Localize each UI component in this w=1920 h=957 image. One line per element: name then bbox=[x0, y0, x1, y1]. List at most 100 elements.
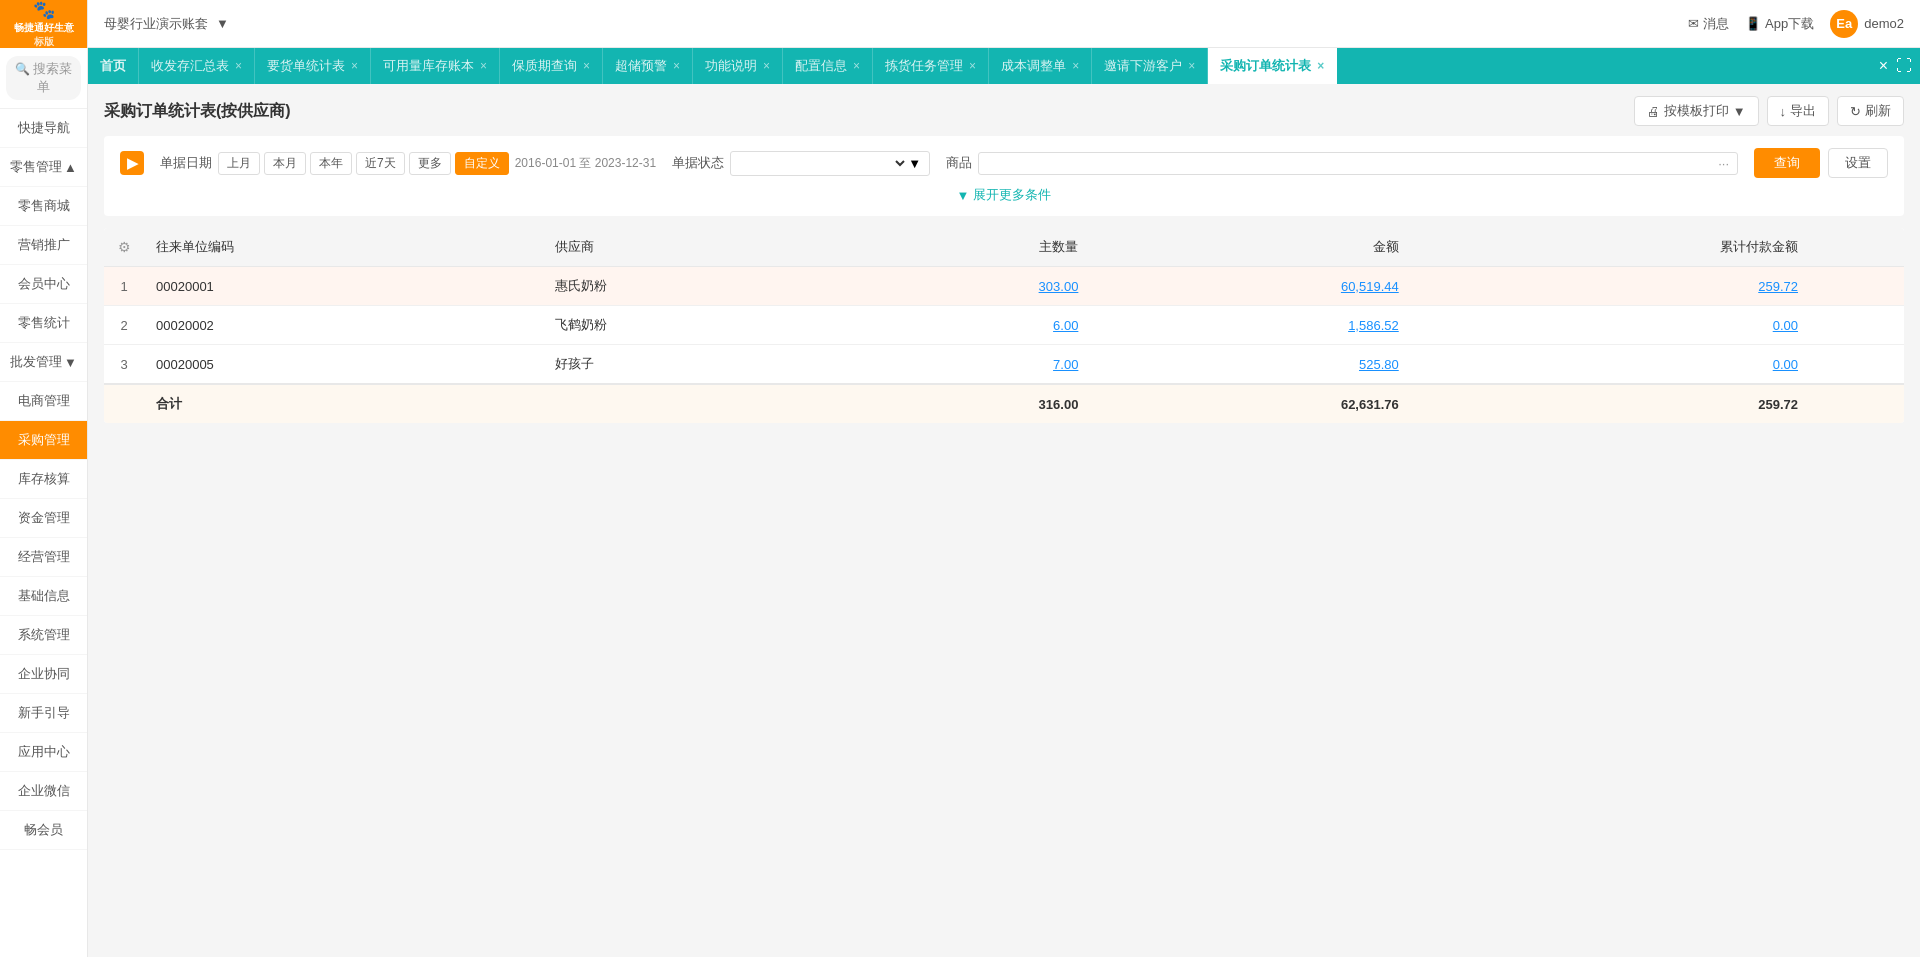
date-custom[interactable]: 自定义 bbox=[455, 152, 509, 175]
message-label: 消息 bbox=[1703, 15, 1729, 33]
row-extra bbox=[1810, 306, 1904, 345]
tab-available-stock[interactable]: 可用量库存账本 × bbox=[371, 48, 500, 84]
sidebar-item-marketing[interactable]: 营销推广 bbox=[0, 226, 87, 265]
close-tab-order-stats[interactable]: × bbox=[351, 59, 358, 73]
col-extra bbox=[1810, 228, 1904, 267]
close-tab-config[interactable]: × bbox=[853, 59, 860, 73]
export-icon: ↓ bbox=[1780, 104, 1787, 119]
refresh-btn[interactable]: ↻ 刷新 bbox=[1837, 96, 1904, 126]
sidebar-item-retail-shop[interactable]: 零售商城 bbox=[0, 187, 87, 226]
sidebar-item-retail-stats[interactable]: 零售统计 bbox=[0, 304, 87, 343]
topbar: 母婴行业演示账套 ▼ ✉ 消息 📱 App下载 Ea demo2 bbox=[88, 0, 1920, 48]
tab-controls: × ⛶ bbox=[1871, 48, 1920, 84]
sidebar-item-ecommerce[interactable]: 电商管理 bbox=[0, 382, 87, 421]
app-download-btn[interactable]: 📱 App下载 bbox=[1745, 15, 1814, 33]
sidebar-item-quicknav[interactable]: 快捷导航 bbox=[0, 109, 87, 148]
close-tab-overstock[interactable]: × bbox=[673, 59, 680, 73]
row-supplier: 飞鹤奶粉 bbox=[543, 306, 841, 345]
sidebar-item-inventory[interactable]: 库存核算 bbox=[0, 460, 87, 499]
tab-home[interactable]: 首页 bbox=[88, 48, 139, 84]
print-icon: 🖨 bbox=[1647, 104, 1660, 119]
row-extra bbox=[1810, 267, 1904, 306]
print-btn[interactable]: 🖨 按模板打印 ▼ bbox=[1634, 96, 1759, 126]
row-paid[interactable]: 0.00 bbox=[1411, 306, 1810, 345]
settings-gear-icon[interactable]: ⚙ bbox=[118, 239, 131, 255]
date-this-year[interactable]: 本年 bbox=[310, 152, 352, 175]
goods-input[interactable] bbox=[987, 156, 1718, 171]
page-title: 采购订单统计表(按供应商) bbox=[104, 101, 291, 122]
sidebar-item-system[interactable]: 系统管理 bbox=[0, 616, 87, 655]
tab-cost-adjust[interactable]: 成本调整单 × bbox=[989, 48, 1092, 84]
tab-expiry[interactable]: 保质期查询 × bbox=[500, 48, 603, 84]
page-actions: 🖨 按模板打印 ▼ ↓ 导出 ↻ 刷新 bbox=[1634, 96, 1904, 126]
date-7days[interactable]: 近7天 bbox=[356, 152, 405, 175]
tab-invite-customer[interactable]: 邀请下游客户 × bbox=[1092, 48, 1208, 84]
row-paid[interactable]: 0.00 bbox=[1411, 345, 1810, 385]
goods-input-wrap: ··· bbox=[978, 152, 1738, 175]
sidebar-item-member[interactable]: 会员中心 bbox=[0, 265, 87, 304]
row-amount[interactable]: 60,519.44 bbox=[1090, 267, 1410, 306]
username: demo2 bbox=[1864, 16, 1904, 31]
close-tab-receive[interactable]: × bbox=[235, 59, 242, 73]
close-tab-pick[interactable]: × bbox=[969, 59, 976, 73]
tab-overstock[interactable]: 超储预警 × bbox=[603, 48, 693, 84]
filter-row: ▶ 单据日期 上月 本月 本年 近7天 更多 自定义 2016-01-01 至 … bbox=[120, 148, 1888, 178]
row-amount[interactable]: 1,586.52 bbox=[1090, 306, 1410, 345]
avatar: Ea bbox=[1830, 10, 1858, 38]
close-tab-expiry[interactable]: × bbox=[583, 59, 590, 73]
sidebar-item-app-center[interactable]: 应用中心 bbox=[0, 733, 87, 772]
close-tab-invite[interactable]: × bbox=[1188, 59, 1195, 73]
sidebar-item-enterprise[interactable]: 企业协同 bbox=[0, 655, 87, 694]
sidebar-item-guide[interactable]: 新手引导 bbox=[0, 694, 87, 733]
tab-function[interactable]: 功能说明 × bbox=[693, 48, 783, 84]
tab-receive-summary[interactable]: 收发存汇总表 × bbox=[139, 48, 255, 84]
search-menu-btn[interactable]: 🔍 搜索菜单 bbox=[6, 56, 81, 100]
tab-config[interactable]: 配置信息 × bbox=[783, 48, 873, 84]
table-header-row: ⚙ 往来单位编码 供应商 主数量 金额 累计付款金额 bbox=[104, 228, 1904, 267]
date-last-month[interactable]: 上月 bbox=[218, 152, 260, 175]
col-supplier: 供应商 bbox=[543, 228, 841, 267]
col-qty: 主数量 bbox=[841, 228, 1091, 267]
sidebar-item-purchase[interactable]: 采购管理 bbox=[0, 421, 87, 460]
tab-close-icon[interactable]: × bbox=[1879, 57, 1888, 75]
query-btn[interactable]: 查询 bbox=[1754, 148, 1820, 178]
date-this-month[interactable]: 本月 bbox=[264, 152, 306, 175]
filter-toggle-btn[interactable]: ▶ bbox=[120, 151, 144, 175]
message-btn[interactable]: ✉ 消息 bbox=[1688, 15, 1729, 33]
sidebar-item-basic-info[interactable]: 基础信息 bbox=[0, 577, 87, 616]
export-btn[interactable]: ↓ 导出 bbox=[1767, 96, 1830, 126]
close-tab-available[interactable]: × bbox=[480, 59, 487, 73]
row-qty[interactable]: 7.00 bbox=[841, 345, 1091, 385]
row-num: 3 bbox=[104, 345, 144, 385]
sidebar-item-operations[interactable]: 经营管理 bbox=[0, 538, 87, 577]
row-qty[interactable]: 6.00 bbox=[841, 306, 1091, 345]
sidebar-item-retail-mgmt[interactable]: 零售管理▲ bbox=[0, 148, 87, 187]
workspace-dropdown-icon[interactable]: ▼ bbox=[216, 16, 229, 31]
table-wrap: ⚙ 往来单位编码 供应商 主数量 金额 累计付款金额 1 00020001 bbox=[104, 228, 1904, 423]
date-range-display: 2016-01-01 至 2023-12-31 bbox=[515, 155, 656, 172]
tab-purchase-order-stats[interactable]: 采购订单统计表 × bbox=[1208, 48, 1337, 84]
sidebar-item-wholesale[interactable]: 批发管理▼ bbox=[0, 343, 87, 382]
expand-more-btn[interactable]: ▼ 展开更多条件 bbox=[957, 186, 1052, 204]
content-area: 采购订单统计表(按供应商) 🖨 按模板打印 ▼ ↓ 导出 ↻ 刷新 bbox=[88, 84, 1920, 957]
date-more[interactable]: 更多 bbox=[409, 152, 451, 175]
topbar-right: ✉ 消息 📱 App下载 Ea demo2 bbox=[1688, 10, 1904, 38]
row-amount[interactable]: 525.80 bbox=[1090, 345, 1410, 385]
close-tab-purchase[interactable]: × bbox=[1317, 59, 1324, 73]
sidebar-item-member2[interactable]: 畅会员 bbox=[0, 811, 87, 850]
refresh-icon: ↻ bbox=[1850, 104, 1861, 119]
goods-more-icon[interactable]: ··· bbox=[1718, 156, 1729, 171]
row-paid[interactable]: 259.72 bbox=[1411, 267, 1810, 306]
setting-btn[interactable]: 设置 bbox=[1828, 148, 1888, 178]
tab-expand-icon[interactable]: ⛶ bbox=[1896, 57, 1912, 75]
close-tab-function[interactable]: × bbox=[763, 59, 770, 73]
sidebar-item-finance[interactable]: 资金管理 bbox=[0, 499, 87, 538]
row-qty[interactable]: 303.00 bbox=[841, 267, 1091, 306]
sidebar-item-wechat[interactable]: 企业微信 bbox=[0, 772, 87, 811]
tab-pick-task[interactable]: 拣货任务管理 × bbox=[873, 48, 989, 84]
row-supplier: 惠氏奶粉 bbox=[543, 267, 841, 306]
tab-order-stats[interactable]: 要货单统计表 × bbox=[255, 48, 371, 84]
status-select[interactable] bbox=[739, 155, 908, 172]
close-tab-cost[interactable]: × bbox=[1072, 59, 1079, 73]
user-menu[interactable]: Ea demo2 bbox=[1830, 10, 1904, 38]
